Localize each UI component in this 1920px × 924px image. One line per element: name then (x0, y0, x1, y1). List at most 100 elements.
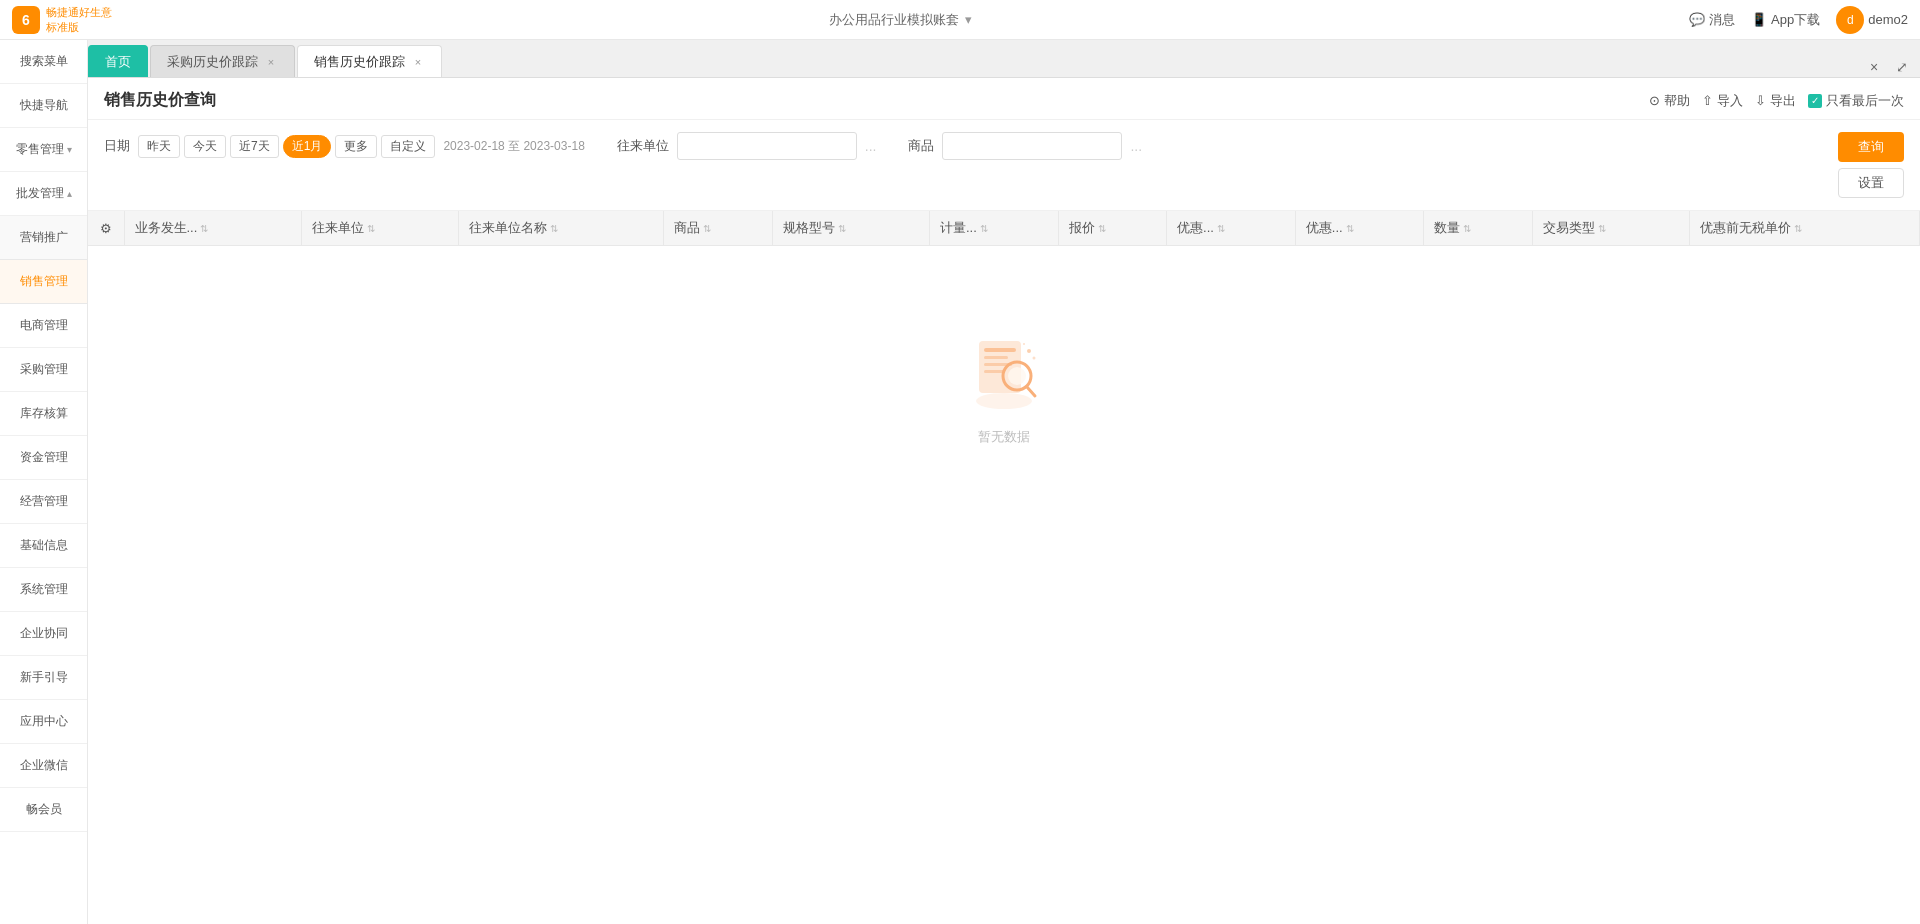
th-unit-code[interactable]: 往来单位⇅ (301, 211, 458, 246)
sidebar-label-app-center: 应用中心 (20, 713, 68, 730)
tab-sales-history-close[interactable]: × (411, 55, 425, 69)
sidebar-label-inventory: 库存核算 (20, 405, 68, 422)
th-goods[interactable]: 商品⇅ (664, 211, 772, 246)
sidebar-item-purchase-mgmt[interactable]: 采购管理 (0, 348, 87, 392)
sidebar-item-inventory[interactable]: 库存核算 (0, 392, 87, 436)
retail-arrow-icon: ▾ (67, 144, 72, 155)
topbar-right: 💬 消息 📱 App下载 d demo2 (1689, 6, 1908, 34)
sidebar-label-search-menu: 搜索菜单 (20, 53, 68, 70)
sidebar-item-ecom-mgmt[interactable]: 电商管理 (0, 304, 87, 348)
sidebar-item-app-center[interactable]: 应用中心 (0, 700, 87, 744)
filter-goods-group: 商品 ... (908, 132, 1142, 160)
th-trade-type[interactable]: 交易类型⇅ (1532, 211, 1689, 246)
export-icon: ⇩ (1755, 93, 1766, 108)
sidebar-item-sales-mgmt[interactable]: 销售管理 (0, 260, 87, 304)
page-content: 销售历史价查询 ⊙ 帮助 ⇧ 导入 ⇩ 导出 ✓ (88, 78, 1920, 924)
date-btn-yesterday[interactable]: 昨天 (138, 135, 180, 158)
tab-home-label: 首页 (105, 53, 131, 71)
date-btn-custom[interactable]: 自定义 (381, 135, 435, 158)
sidebar-item-search-menu[interactable]: 搜索菜单 (0, 40, 87, 84)
th-unit-name[interactable]: 往来单位名称⇅ (458, 211, 664, 246)
svg-rect-3 (984, 356, 1008, 359)
filter-unit-group: 往来单位 ... (617, 132, 877, 160)
sidebar-item-sys-mgmt[interactable]: 系统管理 (0, 568, 87, 612)
sidebar-label-purchase-mgmt: 采购管理 (20, 361, 68, 378)
help-label: 帮助 (1664, 92, 1690, 110)
import-label: 导入 (1717, 92, 1743, 110)
app-download-btn[interactable]: 📱 App下载 (1751, 11, 1820, 29)
sidebar-item-fund-mgmt[interactable]: 资金管理 (0, 436, 87, 480)
goods-dots[interactable]: ... (1130, 138, 1142, 154)
page-header: 销售历史价查询 ⊙ 帮助 ⇧ 导入 ⇩ 导出 ✓ (88, 78, 1920, 120)
th-discount2[interactable]: 优惠...⇅ (1295, 211, 1424, 246)
query-button[interactable]: 查询 (1838, 132, 1904, 162)
settings-button[interactable]: 设置 (1838, 168, 1904, 198)
tab-purchase-history-label: 采购历史价跟踪 (167, 53, 258, 71)
sidebar-item-member[interactable]: 畅会员 (0, 788, 87, 832)
import-btn[interactable]: ⇧ 导入 (1702, 92, 1743, 110)
svg-point-0 (976, 393, 1032, 409)
avatar: d (1836, 6, 1864, 34)
topbar-center: 办公用品行业模拟账套 ▾ (829, 11, 972, 29)
app-icon: 📱 (1751, 12, 1767, 27)
svg-point-9 (1027, 349, 1031, 353)
content-area: 首页 采购历史价跟踪 × 销售历史价跟踪 × × ⤢ 销售历史价查询 (88, 40, 1920, 924)
date-btn-more[interactable]: 更多 (335, 135, 377, 158)
sidebar-item-marketing[interactable]: 营销推广 (0, 216, 87, 260)
tab-purchase-history-close[interactable]: × (264, 55, 278, 69)
sidebar-item-retail-mgmt[interactable]: 零售管理 ▾ (0, 128, 87, 172)
sidebar-label-enterprise: 企业协同 (20, 625, 68, 642)
sidebar-label-wholesale-mgmt: 批发管理 (16, 185, 64, 202)
sidebar-item-wholesale-mgmt[interactable]: 批发管理 ▴ (0, 172, 87, 216)
sidebar-label-marketing: 营销推广 (20, 229, 68, 246)
th-qty[interactable]: 数量⇅ (1424, 211, 1532, 246)
page-actions: ⊙ 帮助 ⇧ 导入 ⇩ 导出 ✓ 只看最后一次 (1649, 92, 1904, 110)
last-one-checkbox[interactable]: ✓ 只看最后一次 (1808, 92, 1904, 110)
th-gear[interactable]: ⚙ (88, 211, 124, 246)
sidebar-item-quick-nav[interactable]: 快捷导航 (0, 84, 87, 128)
sidebar-label-retail-mgmt: 零售管理 (16, 141, 64, 158)
tab-sales-history[interactable]: 销售历史价跟踪 × (297, 45, 442, 77)
sidebar-item-ops-mgmt[interactable]: 经营管理 (0, 480, 87, 524)
filter-right: 查询 设置 (1838, 132, 1904, 198)
th-pre-tax-price[interactable]: 优惠前无税单价⇅ (1689, 211, 1919, 246)
sidebar-label-sales-mgmt: 销售管理 (20, 273, 68, 290)
th-biz-date[interactable]: 业务发生...⇅ (124, 211, 301, 246)
tab-close-all-btn[interactable]: × (1864, 57, 1884, 77)
sort-icon-unit-name: ⇅ (550, 223, 558, 234)
sidebar: 搜索菜单 快捷导航 零售管理 ▾ 批发管理 ▴ 营销推广 销售管理 电商管理 采… (0, 40, 88, 924)
sidebar-item-basic-info[interactable]: 基础信息 (0, 524, 87, 568)
svg-rect-2 (984, 348, 1016, 352)
logo-text: 畅捷通好生意 标准版 (46, 5, 112, 34)
sort-icon-goods: ⇅ (703, 223, 711, 234)
export-btn[interactable]: ⇩ 导出 (1755, 92, 1796, 110)
tab-purchase-history[interactable]: 采购历史价跟踪 × (150, 45, 295, 77)
sidebar-item-enterprise-wechat[interactable]: 企业微信 (0, 744, 87, 788)
user-menu[interactable]: d demo2 (1836, 6, 1908, 34)
filter-area: 日期 昨天 今天 近7天 近1月 更多 自定义 2023-02-18 至 202… (88, 120, 1920, 211)
date-label: 日期 (104, 137, 130, 155)
from-unit-input[interactable] (677, 132, 857, 160)
sidebar-label-fund-mgmt: 资金管理 (20, 449, 68, 466)
date-btn-last1m[interactable]: 近1月 (283, 135, 332, 158)
th-unit[interactable]: 计量...⇅ (929, 211, 1058, 246)
app-dropdown-icon[interactable]: ▾ (965, 12, 972, 27)
th-quote[interactable]: 报价⇅ (1058, 211, 1166, 246)
svg-line-8 (1027, 387, 1035, 396)
sidebar-label-ops-mgmt: 经营管理 (20, 493, 68, 510)
from-unit-label: 往来单位 (617, 137, 669, 155)
tab-home[interactable]: 首页 (88, 45, 148, 77)
sidebar-item-enterprise[interactable]: 企业协同 (0, 612, 87, 656)
date-btn-last7[interactable]: 近7天 (230, 135, 279, 158)
help-btn[interactable]: ⊙ 帮助 (1649, 92, 1690, 110)
from-unit-dots[interactable]: ... (865, 138, 877, 154)
tab-expand-btn[interactable]: ⤢ (1892, 57, 1912, 77)
goods-input[interactable] (942, 132, 1122, 160)
date-btn-today[interactable]: 今天 (184, 135, 226, 158)
message-btn[interactable]: 💬 消息 (1689, 11, 1735, 29)
sidebar-item-new-guide[interactable]: 新手引导 (0, 656, 87, 700)
th-spec[interactable]: 规格型号⇅ (772, 211, 929, 246)
table-wrapper: ⚙ 业务发生...⇅ 往来单位⇅ 往来单位名称⇅ (88, 211, 1920, 526)
th-discount1[interactable]: 优惠...⇅ (1167, 211, 1296, 246)
sort-icon-pre-tax-price: ⇅ (1794, 223, 1802, 234)
